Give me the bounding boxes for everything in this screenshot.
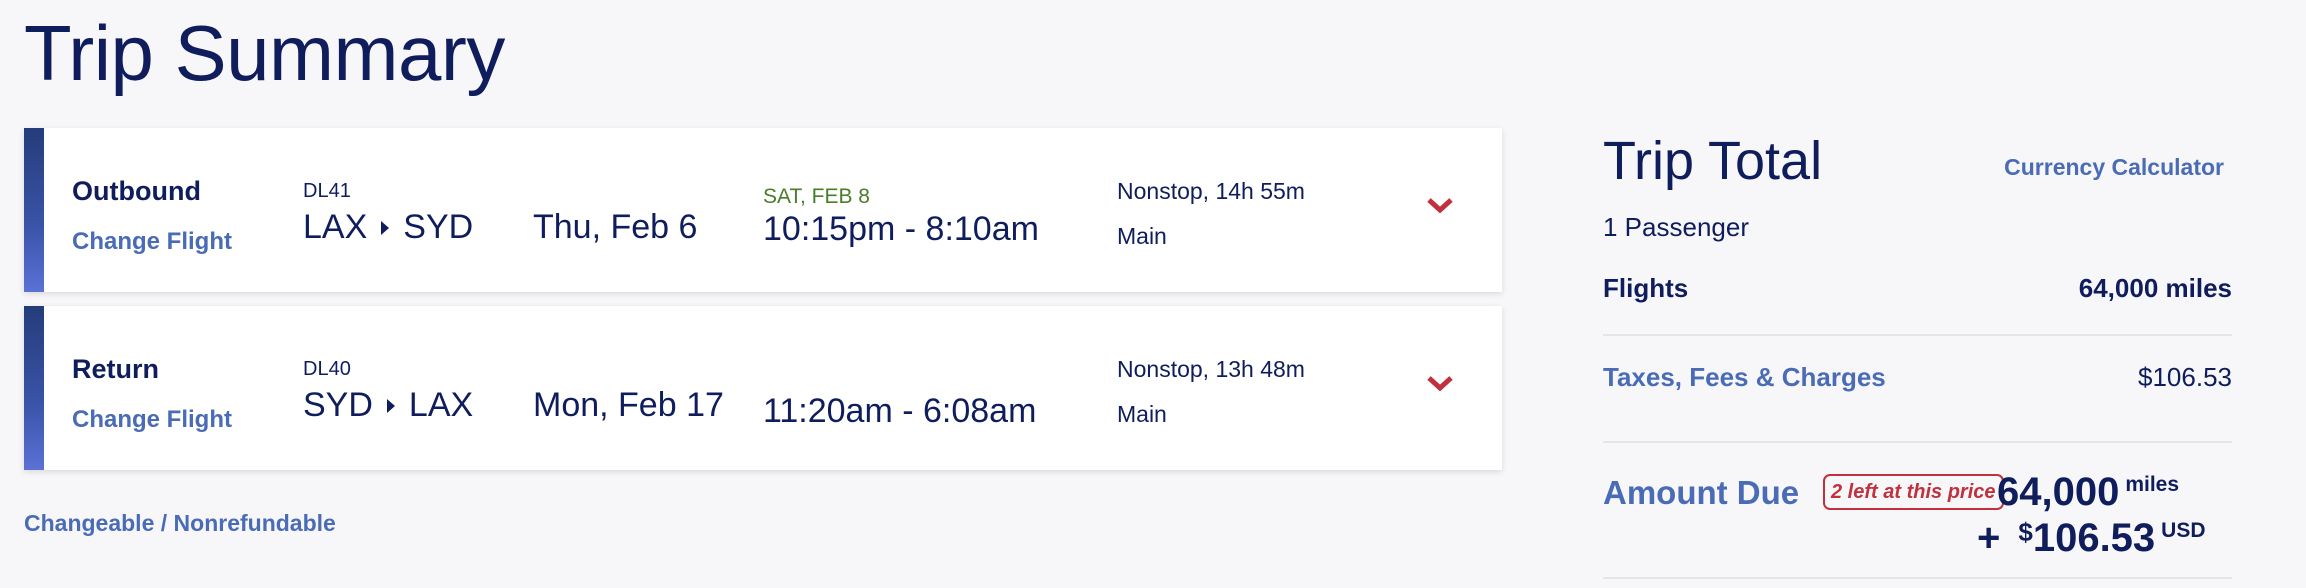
expand-details-button[interactable] <box>1420 368 1460 398</box>
flight-number: DL41 <box>303 180 351 202</box>
cabin-class: Main <box>1117 223 1167 249</box>
destination-airport: LAX <box>408 386 474 424</box>
origin-airport: LAX <box>303 208 368 246</box>
scarcity-badge: 2 left at this price <box>1823 474 2004 510</box>
currency-symbol: $ <box>2018 517 2033 547</box>
chevron-down-icon <box>1427 376 1453 392</box>
flights-label: Flights <box>1603 273 1689 303</box>
due-miles-value: 64,000 <box>1997 470 2120 514</box>
change-flight-link[interactable]: Change Flight <box>72 228 232 256</box>
card-accent-bar <box>24 306 44 470</box>
card-accent-bar <box>24 128 44 292</box>
destination-airport: SYD <box>403 208 474 246</box>
due-cash-value: 106.53 <box>2032 516 2156 560</box>
amount-due-cash: + $106.53 USD <box>1977 516 2206 561</box>
flight-times: 10:15pm - 8:10am <box>763 210 1039 248</box>
flight-times: 11:20am - 6:08am <box>763 392 1037 430</box>
cabin-class: Main <box>1117 401 1167 427</box>
fare-policy-link[interactable]: Changeable / Nonrefundable <box>24 510 336 537</box>
plus-sign: + <box>1977 516 2001 560</box>
stops-duration: Nonstop, 13h 48m <box>1117 356 1305 382</box>
passenger-count: 1 Passenger <box>1603 212 1749 242</box>
due-miles-unit: miles <box>2125 473 2180 496</box>
leg-label: Return <box>72 354 159 384</box>
currency-calculator-link[interactable]: Currency Calculator <box>2004 154 2224 181</box>
amount-due-label: Amount Due <box>1603 474 1800 511</box>
taxes-fees-value: $106.53 <box>2138 362 2232 392</box>
route-arrow-icon <box>381 220 390 235</box>
taxes-fees-link[interactable]: Taxes, Fees & Charges <box>1603 362 1886 393</box>
route-arrow-icon <box>386 398 395 413</box>
route: LAX SYD <box>303 208 473 247</box>
flights-value: 64,000 miles <box>2078 273 2232 303</box>
leg-label: Outbound <box>72 176 201 206</box>
expand-details-button[interactable] <box>1420 190 1460 220</box>
divider <box>1603 441 2232 443</box>
amount-due-miles: 64,000 miles <box>1997 470 2179 515</box>
divider <box>1603 577 2232 579</box>
arrival-date-note: SAT, FEB 8 <box>763 185 870 208</box>
page-title: Trip Summary <box>24 9 505 97</box>
divider <box>1603 334 2232 336</box>
departure-date: Mon, Feb 17 <box>533 386 724 424</box>
route: SYD LAX <box>303 386 473 425</box>
flight-card-outbound: Outbound Change Flight DL41 LAX SYD Thu,… <box>24 128 1502 292</box>
origin-airport: SYD <box>303 386 373 424</box>
departure-date: Thu, Feb 6 <box>533 208 698 246</box>
flight-card-return: Return Change Flight DL40 SYD LAX Mon, F… <box>24 306 1502 470</box>
change-flight-link[interactable]: Change Flight <box>72 406 232 434</box>
due-cash-unit: USD <box>2161 519 2206 542</box>
chevron-down-icon <box>1427 198 1453 214</box>
trip-total-title: Trip Total <box>1603 131 1823 191</box>
flight-number: DL40 <box>303 358 351 380</box>
stops-duration: Nonstop, 14h 55m <box>1117 178 1305 204</box>
